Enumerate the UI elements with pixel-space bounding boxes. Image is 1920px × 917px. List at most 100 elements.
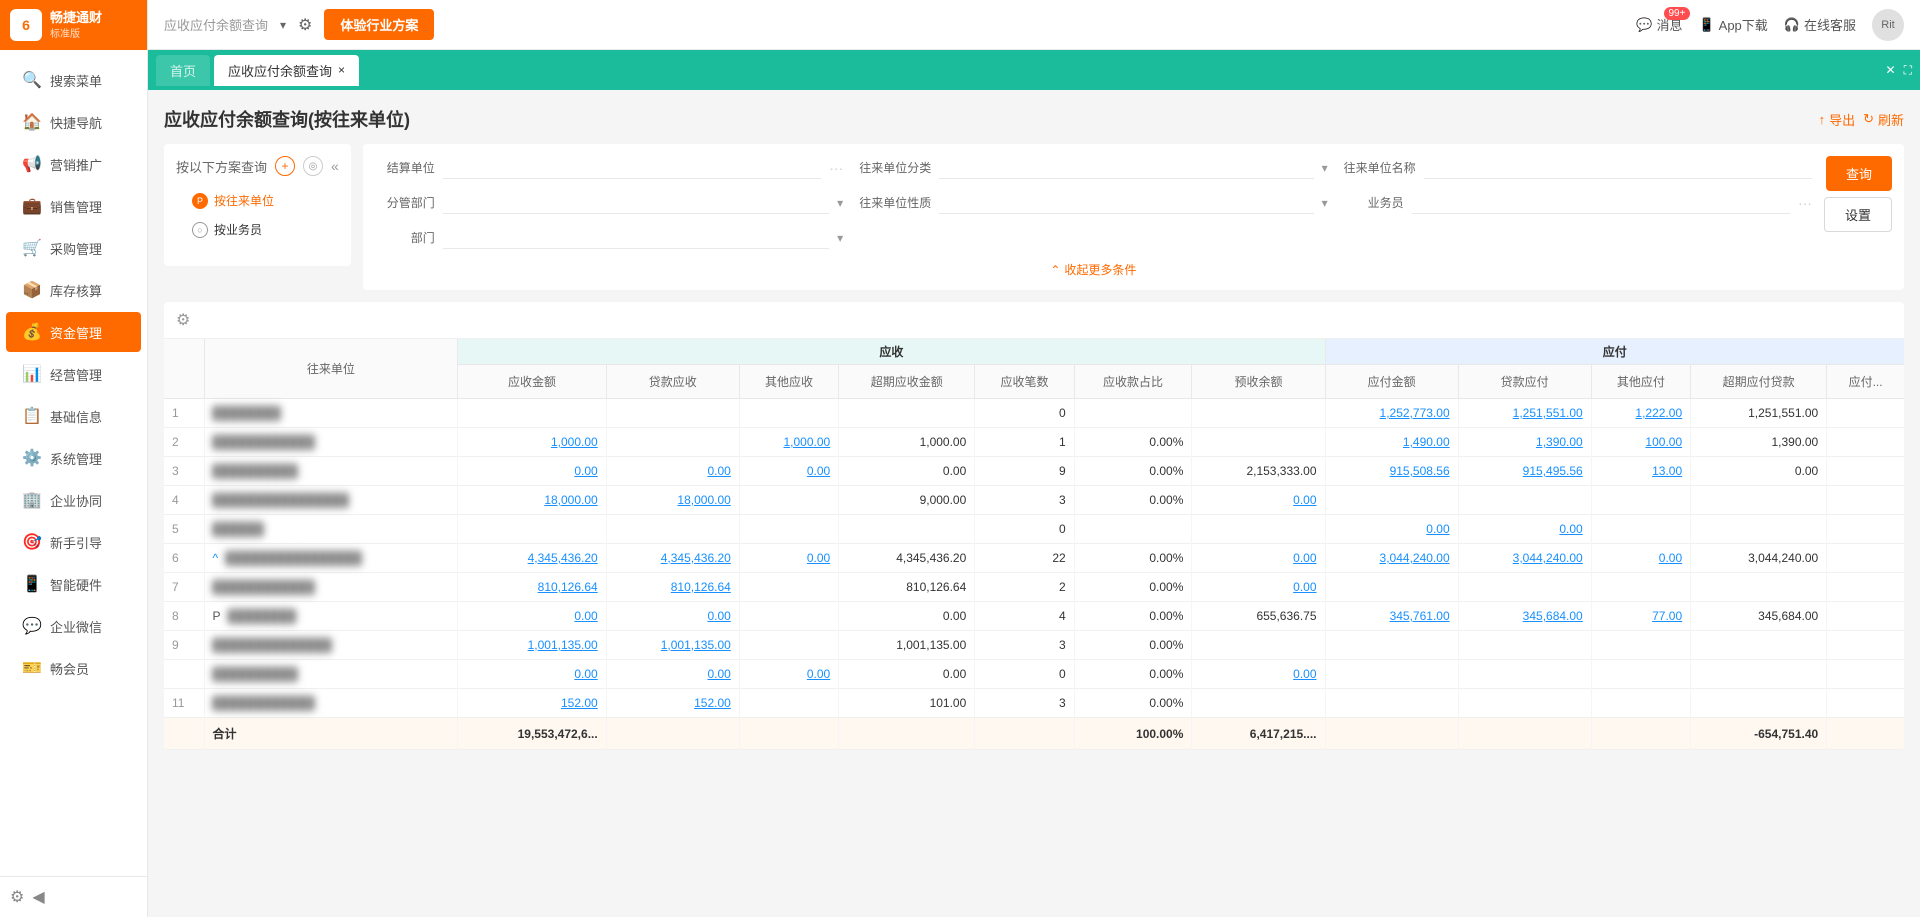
cell-prepaid[interactable]: 0.00 <box>1192 573 1325 602</box>
cell-other-ap[interactable]: 13.00 <box>1591 457 1690 486</box>
breadcrumb-dropdown[interactable]: ▾ <box>280 18 286 32</box>
dept-head-chevron[interactable]: ▾ <box>837 196 843 210</box>
filter-collapse-button[interactable]: « <box>331 158 339 174</box>
cell-ar-amount[interactable]: 0.00 <box>458 660 606 689</box>
window-close-icon[interactable]: ✕ <box>1886 63 1896 78</box>
cell-loan-ap[interactable]: 915,495.56 <box>1458 457 1591 486</box>
cell-ar-amount[interactable]: 152.00 <box>458 689 606 718</box>
sidebar-item-guide[interactable]: 🎯 新手引导 <box>6 522 141 562</box>
cell-other-ap[interactable]: 77.00 <box>1591 602 1690 631</box>
sidebar-item-search[interactable]: 🔍 搜索菜单 <box>6 60 141 100</box>
cell-prepaid[interactable]: 0.00 <box>1192 486 1325 515</box>
cell-ap-amount[interactable]: 345,761.00 <box>1325 602 1458 631</box>
filter-nav-by-staff[interactable]: ○ 按业务员 <box>184 217 339 242</box>
cell-other-ap[interactable]: 100.00 <box>1591 428 1690 457</box>
cell-prepaid: 655,636.75 <box>1192 602 1325 631</box>
sidebar-item-member[interactable]: 🎫 畅会员 <box>6 648 141 688</box>
cell-loan-ar[interactable]: 0.00 <box>606 457 739 486</box>
sidebar-item-basic[interactable]: 📋 基础信息 <box>6 396 141 436</box>
cell-loan-ap[interactable]: 3,044,240.00 <box>1458 544 1591 573</box>
cell-other-ar[interactable]: 0.00 <box>739 660 838 689</box>
cell-loan-ap[interactable]: 1,390.00 <box>1458 428 1591 457</box>
cell-ar-amount[interactable]: 1,000.00 <box>458 428 606 457</box>
tab-home[interactable]: 首页 <box>156 55 210 86</box>
cell-overdue-ar: 0.00 <box>839 660 975 689</box>
cell-loan-ar[interactable]: 810,126.64 <box>606 573 739 602</box>
sidebar-item-inventory[interactable]: 📦 库存核算 <box>6 270 141 310</box>
salesperson-input[interactable] <box>1412 191 1790 214</box>
cell-ap-amount[interactable]: 915,508.56 <box>1325 457 1458 486</box>
cell-ap-amount[interactable]: 3,044,240.00 <box>1325 544 1458 573</box>
sidebar-item-wechat[interactable]: 💬 企业微信 <box>6 606 141 646</box>
dept-chevron[interactable]: ▾ <box>837 231 843 245</box>
dept-head-input[interactable] <box>443 191 829 214</box>
table-row: 8 P ████████ 0.00 0.00 0.00 4 0.00% 655 <box>164 602 1904 631</box>
cell-loan-ar[interactable]: 1,001,135.00 <box>606 631 739 660</box>
filter-more-conditions[interactable]: ⌃ 收起更多条件 <box>375 261 1812 278</box>
partner-name-input[interactable] <box>1424 156 1812 179</box>
query-button[interactable]: 查询 <box>1826 156 1892 191</box>
cell-ar-amount[interactable]: 18,000.00 <box>458 486 606 515</box>
sidebar-item-quick[interactable]: 🏠 快捷导航 <box>6 102 141 142</box>
partner-category-chevron[interactable]: ▾ <box>1322 161 1328 175</box>
cell-prepaid[interactable]: 0.00 <box>1192 544 1325 573</box>
cell-other-ap[interactable]: 1,222.00 <box>1591 399 1690 428</box>
salesperson-ellipsis[interactable]: ··· <box>1798 195 1812 211</box>
settlement-unit-ellipsis[interactable]: ··· <box>829 160 843 176</box>
collapse-sidebar-btn[interactable]: ◀ <box>32 887 44 907</box>
online-service-button[interactable]: 🎧 在线客服 <box>1784 15 1856 34</box>
sidebar-item-corp[interactable]: 🏢 企业协同 <box>6 480 141 520</box>
filter-settings-button[interactable]: 设置 <box>1824 197 1892 232</box>
sidebar-item-sales[interactable]: 💼 销售管理 <box>6 186 141 226</box>
sidebar-item-finance[interactable]: 💰 资金管理 <box>6 312 141 352</box>
window-expand-icon[interactable]: ⛶ <box>1904 63 1912 78</box>
cell-loan-ap[interactable]: 1,251,551.00 <box>1458 399 1591 428</box>
partner-nature-input[interactable] <box>939 191 1313 214</box>
cell-loan-ar[interactable]: 4,345,436.20 <box>606 544 739 573</box>
cell-ar-amount[interactable]: 4,345,436.20 <box>458 544 606 573</box>
sidebar-item-system[interactable]: ⚙️ 系统管理 <box>6 438 141 478</box>
col-loan-ap: 贷款应付 <box>1458 365 1591 399</box>
tab-arquery[interactable]: 应收应付余额查询 × <box>214 55 359 86</box>
filter-add-button[interactable]: + <box>275 156 295 176</box>
settings-footer-btn[interactable]: ⚙ <box>10 887 24 907</box>
user-avatar-area[interactable]: Rit <box>1872 9 1904 41</box>
cell-ap-amount[interactable]: 0.00 <box>1325 515 1458 544</box>
partner-category-input[interactable] <box>939 156 1313 179</box>
cell-ar-amount[interactable]: 810,126.64 <box>458 573 606 602</box>
settlement-unit-input[interactable] <box>443 156 821 179</box>
dept-input[interactable] <box>443 226 829 249</box>
filter-nav-by-partner[interactable]: P 按往来单位 <box>184 188 339 213</box>
cell-other-ar[interactable]: 1,000.00 <box>739 428 838 457</box>
data-table-container: ⚙ 往来单位 应收 应付 <box>164 302 1904 750</box>
sidebar-item-marketing[interactable]: 📢 营销推广 <box>6 144 141 184</box>
cell-loan-ap[interactable]: 0.00 <box>1458 515 1591 544</box>
cell-loan-ar[interactable]: 18,000.00 <box>606 486 739 515</box>
sidebar-item-hardware[interactable]: 📱 智能硬件 <box>6 564 141 604</box>
sidebar-item-operation[interactable]: 📊 经营管理 <box>6 354 141 394</box>
cell-ar-amount[interactable]: 0.00 <box>458 457 606 486</box>
cell-prepaid[interactable]: 0.00 <box>1192 660 1325 689</box>
refresh-button[interactable]: ↻ 刷新 <box>1863 110 1904 129</box>
sidebar-item-purchase[interactable]: 🛒 采购管理 <box>6 228 141 268</box>
cell-other-ar[interactable]: 0.00 <box>739 544 838 573</box>
cell-ap-amount[interactable]: 1,490.00 <box>1325 428 1458 457</box>
cell-other-ar[interactable]: 0.00 <box>739 457 838 486</box>
export-button[interactable]: ↑ 导出 <box>1819 110 1856 129</box>
app-download-button[interactable]: 📱 App下载 <box>1698 15 1767 34</box>
cell-loan-ar[interactable]: 0.00 <box>606 660 739 689</box>
partner-nature-chevron[interactable]: ▾ <box>1322 196 1328 210</box>
promo-button[interactable]: 体验行业方案 <box>324 9 434 40</box>
table-settings-icon[interactable]: ⚙ <box>176 310 190 330</box>
tab-close-icon[interactable]: × <box>338 63 345 77</box>
cell-ar-amount[interactable]: 0.00 <box>458 602 606 631</box>
cell-loan-ap[interactable]: 345,684.00 <box>1458 602 1591 631</box>
cell-other-ap[interactable]: 0.00 <box>1591 544 1690 573</box>
settings-icon[interactable]: ⚙ <box>298 15 312 35</box>
filter-target-button[interactable]: ◎ <box>303 156 323 176</box>
cell-loan-ar[interactable]: 0.00 <box>606 602 739 631</box>
cell-ar-amount[interactable]: 1,001,135.00 <box>458 631 606 660</box>
cell-ap-amount[interactable]: 1,252,773.00 <box>1325 399 1458 428</box>
messages-button[interactable]: 💬 消息 99+ <box>1636 15 1682 34</box>
cell-loan-ar[interactable]: 152.00 <box>606 689 739 718</box>
